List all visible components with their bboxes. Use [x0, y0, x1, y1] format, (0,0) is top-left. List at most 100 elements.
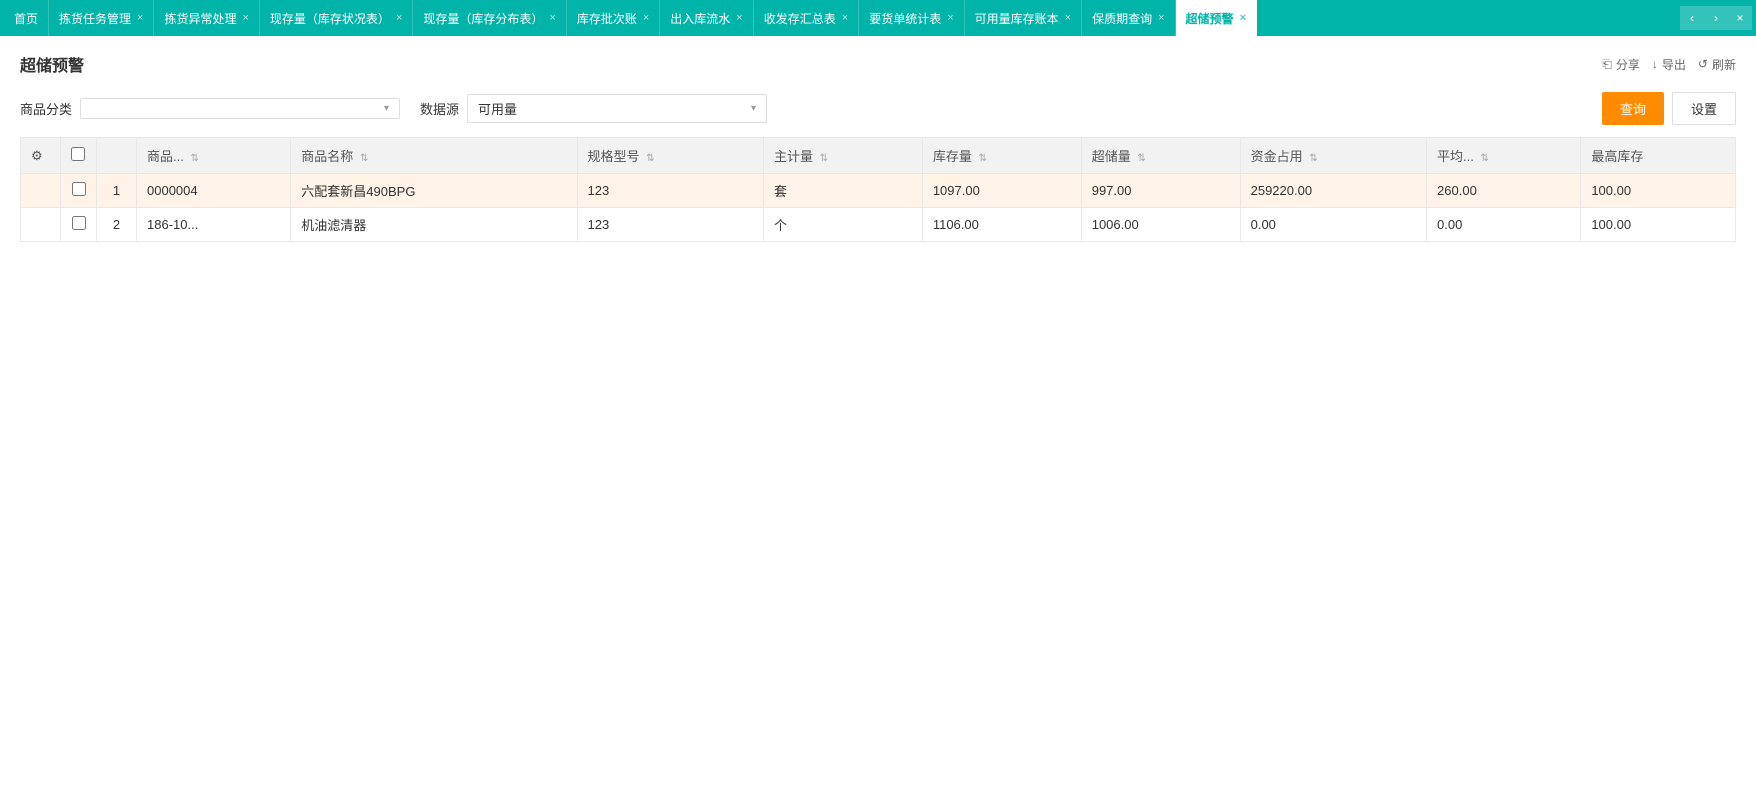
export-button[interactable]: ↓ 导出	[1652, 56, 1686, 73]
nav-tab-in-out-flow[interactable]: 出入库流水 ×	[660, 0, 753, 36]
nav-tab-order-stats-label: 要货单统计表	[869, 10, 941, 27]
nav-tab-task-mgmt-close[interactable]: ×	[137, 12, 143, 24]
nav-arrow-far-right-button[interactable]: ×	[1728, 6, 1752, 30]
spec-column-header[interactable]: 规格型号 ⇅	[577, 138, 763, 174]
nav-tab-inventory-status-close[interactable]: ×	[396, 12, 402, 24]
table-header: ⚙ 商品... ⇅ 商品名称 ⇅ 规格型号 ⇅	[21, 138, 1736, 174]
product-code-column-header[interactable]: 商品... ⇅	[137, 138, 291, 174]
row1-gear-cell	[21, 174, 61, 208]
row2-max-stock: 100.00	[1581, 208, 1736, 242]
row2-average: 0.00	[1427, 208, 1581, 242]
nav-tab-available-account[interactable]: 可用量库存账本 ×	[965, 0, 1082, 36]
nav-tab-inventory-dist[interactable]: 现存量（库存分布表） ×	[413, 0, 566, 36]
product-name-label: 商品名称	[301, 149, 353, 164]
export-label: 导出	[1662, 56, 1686, 73]
nav-tab-home-label: 首页	[14, 10, 38, 27]
index-column-header	[97, 138, 137, 174]
select-all-checkbox[interactable]	[71, 147, 85, 161]
average-label: 平均...	[1437, 149, 1474, 164]
share-icon: ⎗	[1602, 57, 1612, 72]
row2-capital: 0.00	[1240, 208, 1426, 242]
product-code-label: 商品...	[147, 149, 184, 164]
nav-tab-collect-summary-close[interactable]: ×	[842, 12, 848, 24]
nav-tab-overstock-warning[interactable]: 超储预警 ×	[1176, 0, 1257, 36]
share-button[interactable]: ⎗ 分享	[1602, 56, 1640, 73]
category-filter: 商品分类 ▾	[20, 98, 400, 119]
nav-tab-available-account-close[interactable]: ×	[1065, 12, 1071, 24]
nav-arrow-right-button[interactable]: ›	[1704, 6, 1728, 30]
checkbox-column-header[interactable]	[61, 138, 97, 174]
capital-sort-icon: ⇅	[1309, 153, 1317, 164]
nav-tab-in-out-flow-close[interactable]: ×	[736, 12, 742, 24]
header-actions: ⎗ 分享 ↓ 导出 ↺ 刷新	[1602, 56, 1736, 73]
refresh-button[interactable]: ↺ 刷新	[1698, 56, 1736, 73]
nav-tab-order-stats[interactable]: 要货单统计表 ×	[859, 0, 964, 36]
nav-tab-overstock-warning-close[interactable]: ×	[1240, 12, 1246, 24]
nav-tab-abnormal[interactable]: 拣货异常处理 ×	[154, 0, 259, 36]
row2-spec: 123	[577, 208, 763, 242]
nav-tab-task-mgmt-label: 拣货任务管理	[59, 10, 131, 27]
page-content: 超储预警 ⎗ 分享 ↓ 导出 ↺ 刷新 商品分类 ▾ 数据源	[0, 36, 1756, 800]
spec-sort-icon: ⇅	[646, 153, 654, 164]
row1-stock: 1097.00	[922, 174, 1081, 208]
row1-checkbox[interactable]	[72, 182, 86, 196]
max-stock-column-header: 最高库存	[1581, 138, 1736, 174]
settings-button[interactable]: 设置	[1672, 92, 1736, 125]
nav-tab-overstock-warning-label: 超储预警	[1186, 10, 1234, 27]
unit-column-header[interactable]: 主计量 ⇅	[763, 138, 922, 174]
nav-arrow-left-button[interactable]: ‹	[1680, 6, 1704, 30]
nav-tab-home[interactable]: 首页	[4, 0, 49, 36]
stock-label: 库存量	[933, 149, 972, 164]
unit-sort-icon: ⇅	[820, 153, 828, 164]
action-buttons: 查询 设置	[1602, 92, 1736, 125]
capital-column-header[interactable]: 资金占用 ⇅	[1240, 138, 1426, 174]
stock-column-header[interactable]: 库存量 ⇅	[922, 138, 1081, 174]
row1-checkbox-cell[interactable]	[61, 174, 97, 208]
nav-tab-inventory-dist-close[interactable]: ×	[549, 12, 555, 24]
product-code-sort-icon: ⇅	[190, 153, 198, 164]
category-select[interactable]: ▾	[80, 98, 400, 119]
chevron-down-icon: ▾	[384, 103, 389, 114]
overstock-column-header[interactable]: 超储量 ⇅	[1081, 138, 1240, 174]
row1-product-name: 六配套新昌490BPG	[291, 174, 577, 208]
average-column-header[interactable]: 平均... ⇅	[1427, 138, 1581, 174]
nav-tab-quality-check-label: 保质期查询	[1092, 10, 1152, 27]
nav-tab-abnormal-close[interactable]: ×	[242, 12, 248, 24]
table-row: 1 0000004 六配套新昌490BPG 123 套 1097.00 997.…	[21, 174, 1736, 208]
nav-tab-inventory-batch-close[interactable]: ×	[643, 12, 649, 24]
page-header: 超储预警 ⎗ 分享 ↓ 导出 ↺ 刷新	[20, 52, 1736, 76]
row2-index: 2	[97, 208, 137, 242]
nav-tab-inventory-batch[interactable]: 库存批次账 ×	[567, 0, 660, 36]
table-header-row: ⚙ 商品... ⇅ 商品名称 ⇅ 规格型号 ⇅	[21, 138, 1736, 174]
nav-tab-order-stats-close[interactable]: ×	[947, 12, 953, 24]
nav-tab-quality-check[interactable]: 保质期查询 ×	[1082, 0, 1175, 36]
filter-row: 商品分类 ▾ 数据源 可用量 ▾ 查询 设置	[20, 92, 1736, 125]
product-name-column-header[interactable]: 商品名称 ⇅	[291, 138, 577, 174]
nav-tab-inventory-status-label: 现存量（库存状况表）	[270, 10, 390, 27]
row2-checkbox-cell[interactable]	[61, 208, 97, 242]
nav-tab-abnormal-label: 拣货异常处理	[164, 10, 236, 27]
nav-tab-collect-summary[interactable]: 收发存汇总表 ×	[754, 0, 859, 36]
overstock-sort-icon: ⇅	[1137, 153, 1145, 164]
row1-spec: 123	[577, 174, 763, 208]
row1-index: 1	[97, 174, 137, 208]
spec-label: 规格型号	[588, 149, 640, 164]
nav-tab-available-account-label: 可用量库存账本	[975, 10, 1059, 27]
datasource-select[interactable]: 可用量 ▾	[467, 94, 767, 123]
nav-tab-quality-check-close[interactable]: ×	[1158, 12, 1164, 24]
nav-tab-task-mgmt[interactable]: 拣货任务管理 ×	[49, 0, 154, 36]
nav-tab-inventory-status[interactable]: 现存量（库存状况表） ×	[260, 0, 413, 36]
row2-product-name: 机油滤清器	[291, 208, 577, 242]
page-title: 超储预警	[20, 52, 84, 76]
unit-label: 主计量	[774, 149, 813, 164]
query-button[interactable]: 查询	[1602, 92, 1664, 125]
table-body: 1 0000004 六配套新昌490BPG 123 套 1097.00 997.…	[21, 174, 1736, 242]
row2-stock: 1106.00	[922, 208, 1081, 242]
row2-product-code: 186-10...	[137, 208, 291, 242]
nav-tab-inventory-dist-label: 现存量（库存分布表）	[423, 10, 543, 27]
gear-column-header[interactable]: ⚙	[21, 138, 61, 174]
table-row: 2 186-10... 机油滤清器 123 个 1106.00 1006.00 …	[21, 208, 1736, 242]
row2-checkbox[interactable]	[72, 216, 86, 230]
datasource-label: 数据源	[420, 99, 459, 118]
row1-unit: 套	[763, 174, 922, 208]
